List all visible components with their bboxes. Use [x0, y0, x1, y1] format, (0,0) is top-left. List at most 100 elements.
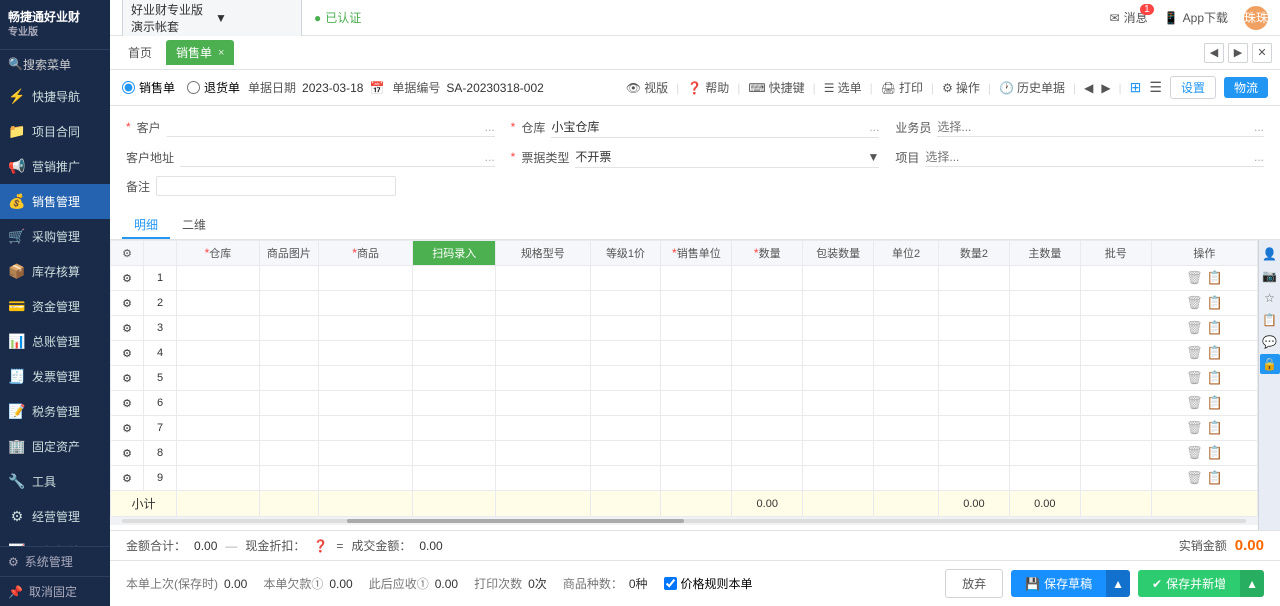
close-icon[interactable]: ×: [218, 47, 224, 59]
row-gear[interactable]: ⚙: [111, 291, 144, 316]
radio-return[interactable]: 退货单: [187, 79, 240, 96]
row-qty[interactable]: [732, 366, 803, 391]
row-unit2[interactable]: [874, 341, 939, 366]
row-warehouse[interactable]: [177, 416, 260, 441]
row-pack[interactable]: [803, 316, 874, 341]
row-pack[interactable]: [803, 266, 874, 291]
row-unit2[interactable]: [874, 366, 939, 391]
row-goods[interactable]: [318, 391, 413, 416]
rp-lock-icon[interactable]: 🔒: [1260, 354, 1280, 374]
flow-btn[interactable]: 物流: [1224, 77, 1268, 98]
row-unit2[interactable]: [874, 441, 939, 466]
shortcuts-btn[interactable]: ⌨ 快捷键: [748, 79, 804, 96]
row-spec[interactable]: [496, 391, 591, 416]
sidebar-item-tools[interactable]: 🔧 工具: [0, 464, 110, 499]
row-qty[interactable]: [732, 341, 803, 366]
row-qty2[interactable]: [939, 366, 1010, 391]
row-unit2[interactable]: [874, 466, 939, 491]
note-input[interactable]: [156, 176, 396, 196]
delete-icon[interactable]: 🗑: [1186, 345, 1203, 361]
row-warehouse[interactable]: [177, 316, 260, 341]
radio-return-input[interactable]: [187, 81, 200, 94]
row-unit[interactable]: [661, 391, 732, 416]
copy-icon[interactable]: 📋: [1206, 445, 1222, 461]
row-action[interactable]: 🗑 📋: [1151, 441, 1257, 466]
row-batch[interactable]: [1080, 441, 1151, 466]
row-unit2[interactable]: [874, 416, 939, 441]
row-unit[interactable]: [661, 366, 732, 391]
staff-input[interactable]: [937, 120, 1254, 134]
row-main-qty[interactable]: [1009, 466, 1080, 491]
row-gear[interactable]: ⚙: [111, 466, 144, 491]
row-pack[interactable]: [803, 416, 874, 441]
row-action[interactable]: 🗑 📋: [1151, 341, 1257, 366]
row-img[interactable]: [259, 466, 318, 491]
row-qty2[interactable]: [939, 441, 1010, 466]
row-gear[interactable]: ⚙: [111, 366, 144, 391]
row-spec[interactable]: [496, 466, 591, 491]
row-goods[interactable]: [318, 416, 413, 441]
print-btn[interactable]: 🖨 打印: [881, 79, 923, 96]
chevron-down-icon[interactable]: ▼: [867, 150, 879, 164]
row-goods[interactable]: [318, 266, 413, 291]
row-batch[interactable]: [1080, 341, 1151, 366]
delete-icon[interactable]: 🗑: [1186, 395, 1203, 411]
row-qty[interactable]: [732, 416, 803, 441]
save-new-arrow-btn[interactable]: ▲: [1240, 570, 1264, 597]
row-batch[interactable]: [1080, 266, 1151, 291]
copy-icon[interactable]: 📋: [1206, 270, 1222, 286]
row-goods[interactable]: [318, 291, 413, 316]
rp-clipboard-icon[interactable]: 📋: [1260, 310, 1280, 330]
row-batch[interactable]: [1080, 316, 1151, 341]
delete-icon[interactable]: 🗑: [1186, 470, 1203, 486]
row-main-qty[interactable]: [1009, 316, 1080, 341]
rp-star-icon[interactable]: ☆: [1260, 288, 1280, 308]
row-batch-enter[interactable]: [413, 341, 496, 366]
row-qty2[interactable]: [939, 341, 1010, 366]
row-batch-enter[interactable]: [413, 416, 496, 441]
col-gear-header[interactable]: ⚙: [111, 241, 144, 266]
tab-next-btn[interactable]: ▶: [1228, 43, 1248, 63]
help-btn[interactable]: ❓ 帮助: [687, 79, 729, 96]
row-gear[interactable]: ⚙: [111, 416, 144, 441]
row-unit[interactable]: [661, 291, 732, 316]
tab-2d[interactable]: 二维: [170, 212, 218, 239]
row-img[interactable]: [259, 291, 318, 316]
row-main-qty[interactable]: [1009, 291, 1080, 316]
row-batch-enter[interactable]: [413, 266, 496, 291]
delete-icon[interactable]: 🗑: [1186, 270, 1203, 286]
row-qty[interactable]: [732, 291, 803, 316]
row-img[interactable]: [259, 341, 318, 366]
staff-dots[interactable]: ...: [1254, 120, 1264, 134]
row-unit2[interactable]: [874, 391, 939, 416]
row-grade[interactable]: [590, 466, 661, 491]
question-icon[interactable]: ❓: [313, 539, 328, 553]
row-action[interactable]: 🗑 📋: [1151, 291, 1257, 316]
project-dots[interactable]: ...: [1254, 150, 1264, 164]
row-grade[interactable]: [590, 366, 661, 391]
row-qty[interactable]: [732, 441, 803, 466]
nav-right-icon[interactable]: ▶: [1101, 81, 1110, 95]
delete-icon[interactable]: 🗑: [1186, 370, 1203, 386]
delete-icon[interactable]: 🗑: [1186, 295, 1203, 311]
row-spec[interactable]: [496, 291, 591, 316]
row-qty[interactable]: [732, 466, 803, 491]
row-spec[interactable]: [496, 416, 591, 441]
draft-arrow-btn[interactable]: ▲: [1106, 570, 1130, 597]
row-grade[interactable]: [590, 441, 661, 466]
col-batch-enter-header[interactable]: 扫码录入: [413, 241, 496, 266]
row-spec[interactable]: [496, 441, 591, 466]
row-gear[interactable]: ⚙: [111, 316, 144, 341]
radio-sales[interactable]: 销售单: [122, 79, 175, 96]
price-rule-input[interactable]: [664, 577, 677, 590]
row-goods[interactable]: [318, 341, 413, 366]
row-pack[interactable]: [803, 466, 874, 491]
row-img[interactable]: [259, 266, 318, 291]
row-main-qty[interactable]: [1009, 266, 1080, 291]
row-grade[interactable]: [590, 416, 661, 441]
copy-icon[interactable]: 📋: [1206, 470, 1222, 486]
row-qty2[interactable]: [939, 391, 1010, 416]
row-batch-enter[interactable]: [413, 441, 496, 466]
row-pack[interactable]: [803, 366, 874, 391]
row-warehouse[interactable]: [177, 341, 260, 366]
